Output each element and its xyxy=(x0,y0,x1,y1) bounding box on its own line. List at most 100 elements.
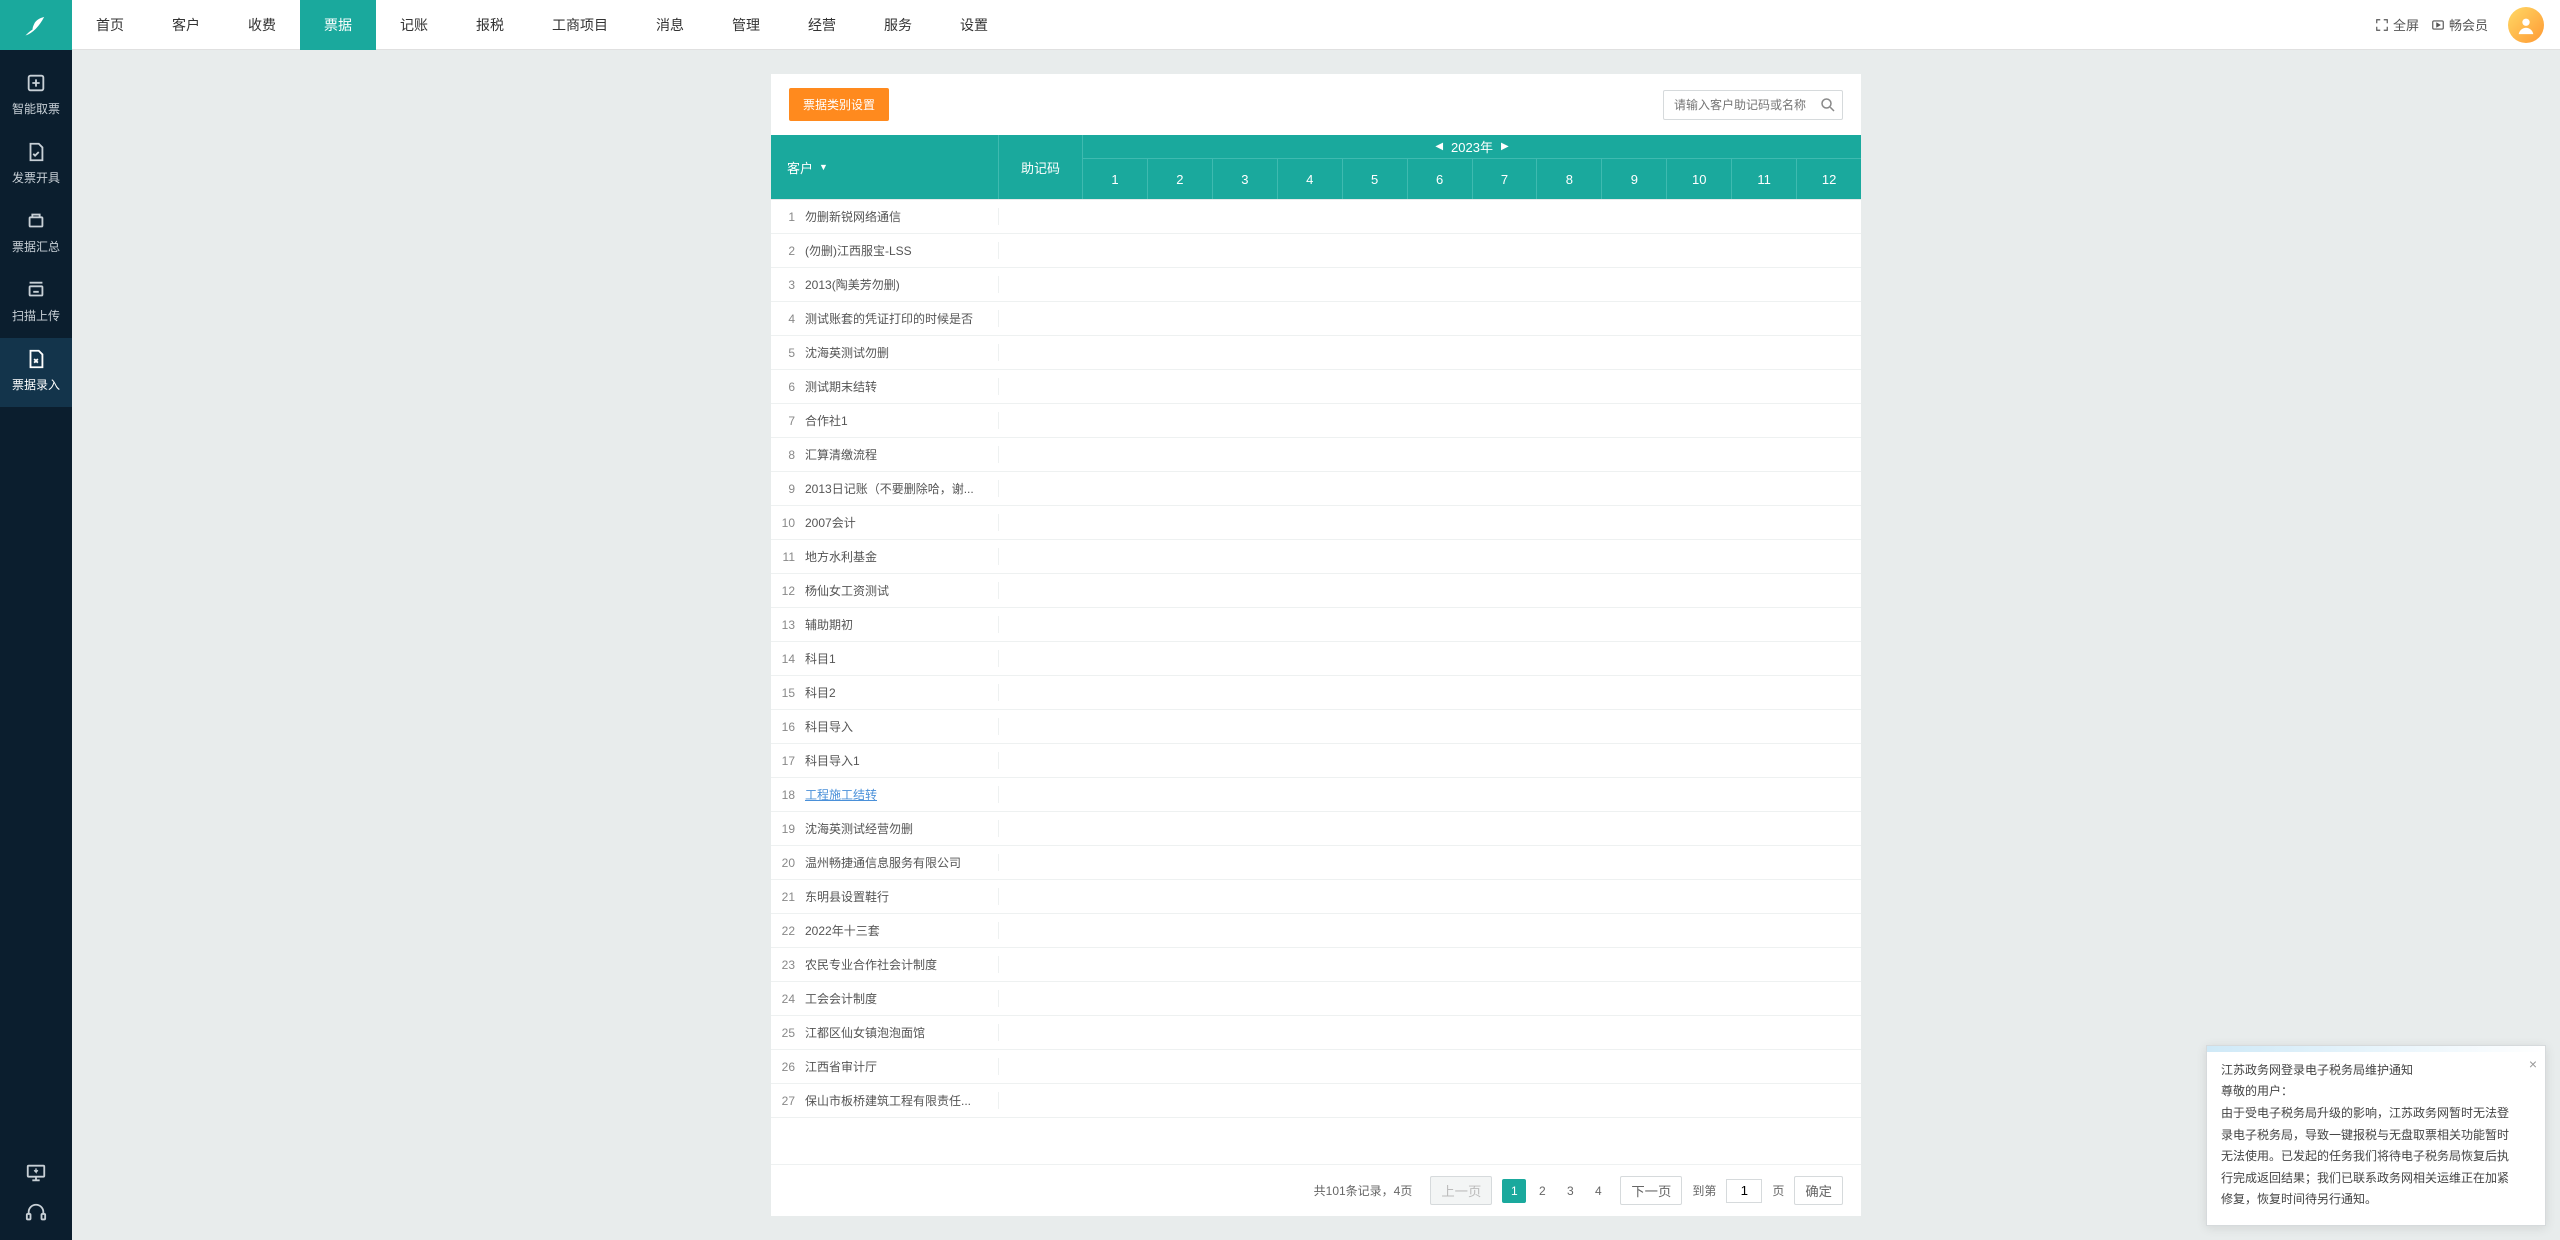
monitor-icon[interactable] xyxy=(25,1162,47,1184)
nav-item-4[interactable]: 记账 xyxy=(376,0,452,50)
pager-confirm[interactable]: 确定 xyxy=(1794,1176,1843,1205)
sidebar-item-0[interactable]: 智能取票 xyxy=(0,62,72,131)
table-row[interactable]: 24工会会计制度 xyxy=(771,982,1861,1016)
table-row[interactable]: 6测试期末结转 xyxy=(771,370,1861,404)
panel-head: 票据类别设置 xyxy=(771,74,1861,135)
pager-next[interactable]: 下一页 xyxy=(1620,1176,1682,1205)
nav-item-6[interactable]: 工商项目 xyxy=(528,0,632,50)
nav-item-8[interactable]: 管理 xyxy=(708,0,784,50)
sidebar-item-3[interactable]: 扫描上传 xyxy=(0,269,72,338)
member-link[interactable]: 畅会员 xyxy=(2431,15,2488,34)
sidebar-icon-4 xyxy=(25,348,47,370)
nav-item-9[interactable]: 经营 xyxy=(784,0,860,50)
pager-page[interactable]: 1 xyxy=(1502,1179,1526,1203)
table-row[interactable]: 15科目2 xyxy=(771,676,1861,710)
th-month[interactable]: 1 xyxy=(1083,159,1148,199)
nav-item-7[interactable]: 消息 xyxy=(632,0,708,50)
pager-jump-input[interactable] xyxy=(1726,1179,1762,1203)
table-row[interactable]: 25江都区仙女镇泡泡面馆 xyxy=(771,1016,1861,1050)
search-icon[interactable] xyxy=(1819,96,1837,114)
pager-page[interactable]: 2 xyxy=(1530,1179,1554,1203)
th-customer[interactable]: 客户 ▼ xyxy=(771,135,999,199)
table-row[interactable]: 102007会计 xyxy=(771,506,1861,540)
th-month[interactable]: 4 xyxy=(1278,159,1343,199)
table-row[interactable]: 7合作社1 xyxy=(771,404,1861,438)
row-link[interactable]: 工程施工结转 xyxy=(805,788,877,802)
table-row[interactable]: 5沈海英测试勿删 xyxy=(771,336,1861,370)
table-row[interactable]: 4测试账套的凭证打印的时候是否 xyxy=(771,302,1861,336)
sidebar-item-4[interactable]: 票据录入 xyxy=(0,338,72,407)
fullscreen-toggle[interactable]: 全屏 xyxy=(2375,15,2419,34)
table-row[interactable]: 17科目导入1 xyxy=(771,744,1861,778)
th-month[interactable]: 11 xyxy=(1732,159,1797,199)
user-avatar[interactable] xyxy=(2508,7,2544,43)
table-row[interactable]: 18工程施工结转 xyxy=(771,778,1861,812)
sidebar-icon-0 xyxy=(25,72,47,94)
th-month[interactable]: 6 xyxy=(1408,159,1473,199)
nav-item-3[interactable]: 票据 xyxy=(300,0,376,50)
th-month[interactable]: 9 xyxy=(1602,159,1667,199)
notice-popup: × 江苏政务网登录电子税务局维护通知 尊敬的用户： 由于受电子税务局升级的影响，… xyxy=(2206,1045,2546,1226)
th-month[interactable]: 5 xyxy=(1343,159,1408,199)
year-label: 2023年 xyxy=(1451,137,1493,156)
table-row[interactable]: 23农民专业合作社会计制度 xyxy=(771,948,1861,982)
th-month[interactable]: 12 xyxy=(1797,159,1861,199)
year-next-icon[interactable]: ▶ xyxy=(1501,141,1509,152)
headset-icon[interactable] xyxy=(25,1202,47,1224)
search-input[interactable] xyxy=(1663,90,1843,120)
row-index: 3 xyxy=(771,278,801,292)
row-index: 2 xyxy=(771,244,801,258)
row-name: 杨仙女工资测试 xyxy=(801,582,999,599)
pager: 共101条记录，4页 上一页 1234 下一页 到第 页 确定 xyxy=(771,1164,1861,1216)
row-index: 21 xyxy=(771,890,801,904)
table-row[interactable]: 19沈海英测试经营勿删 xyxy=(771,812,1861,846)
th-month[interactable]: 7 xyxy=(1473,159,1538,199)
table-row[interactable]: 27保山市板桥建筑工程有限责任... xyxy=(771,1084,1861,1118)
table: 客户 ▼ 助记码 ◀ 2023年 ▶ 123456789101112 xyxy=(771,135,1861,1164)
table-row[interactable]: 12杨仙女工资测试 xyxy=(771,574,1861,608)
panel: 票据类别设置 客户 ▼ 助记码 xyxy=(771,74,1861,1216)
table-row[interactable]: 222022年十三套 xyxy=(771,914,1861,948)
sidebar-item-1[interactable]: 发票开具 xyxy=(0,131,72,200)
pager-summary: 共101条记录，4页 xyxy=(1314,1182,1413,1199)
table-row[interactable]: 11地方水利基金 xyxy=(771,540,1861,574)
pager-page[interactable]: 4 xyxy=(1586,1179,1610,1203)
row-name: 工程施工结转 xyxy=(801,786,999,803)
th-month[interactable]: 3 xyxy=(1213,159,1278,199)
row-name: 2007会计 xyxy=(801,514,999,531)
notice-title: 江苏政务网登录电子税务局维护通知 xyxy=(2221,1060,2515,1082)
table-row[interactable]: 32013(陶美芳勿删) xyxy=(771,268,1861,302)
pager-page[interactable]: 3 xyxy=(1558,1179,1582,1203)
nav-item-10[interactable]: 服务 xyxy=(860,0,936,50)
nav-item-1[interactable]: 客户 xyxy=(148,0,224,50)
notice-close-icon[interactable]: × xyxy=(2529,1052,2537,1077)
table-row[interactable]: 21东明县设置鞋行 xyxy=(771,880,1861,914)
pager-prev[interactable]: 上一页 xyxy=(1430,1176,1492,1205)
nav-item-0[interactable]: 首页 xyxy=(72,0,148,50)
table-row[interactable]: 2(勿删)江西服宝-LSS xyxy=(771,234,1861,268)
nav-item-2[interactable]: 收费 xyxy=(224,0,300,50)
table-row[interactable]: 1勿删新锐网络通信 xyxy=(771,200,1861,234)
settings-button[interactable]: 票据类别设置 xyxy=(789,88,889,121)
th-month[interactable]: 10 xyxy=(1667,159,1732,199)
sidebar-icon-3 xyxy=(25,279,47,301)
table-row[interactable]: 92013日记账（不要删除哈，谢... xyxy=(771,472,1861,506)
table-row[interactable]: 26江西省审计厅 xyxy=(771,1050,1861,1084)
row-index: 9 xyxy=(771,482,801,496)
sidebar-item-2[interactable]: 票据汇总 xyxy=(0,200,72,269)
row-index: 13 xyxy=(771,618,801,632)
table-row[interactable]: 8汇算清缴流程 xyxy=(771,438,1861,472)
nav-item-5[interactable]: 报税 xyxy=(452,0,528,50)
table-body[interactable]: 1勿删新锐网络通信2(勿删)江西服宝-LSS32013(陶美芳勿删)4测试账套的… xyxy=(771,199,1861,1164)
th-month[interactable]: 2 xyxy=(1148,159,1213,199)
table-row[interactable]: 14科目1 xyxy=(771,642,1861,676)
th-month[interactable]: 8 xyxy=(1537,159,1602,199)
year-prev-icon[interactable]: ◀ xyxy=(1435,141,1443,152)
table-row[interactable]: 13辅助期初 xyxy=(771,608,1861,642)
table-row[interactable]: 20温州畅捷通信息服务有限公司 xyxy=(771,846,1861,880)
nav-item-11[interactable]: 设置 xyxy=(936,0,1012,50)
sidebar-label: 票据录入 xyxy=(12,376,60,393)
row-name: 东明县设置鞋行 xyxy=(801,888,999,905)
row-name: 江都区仙女镇泡泡面馆 xyxy=(801,1024,999,1041)
table-row[interactable]: 16科目导入 xyxy=(771,710,1861,744)
